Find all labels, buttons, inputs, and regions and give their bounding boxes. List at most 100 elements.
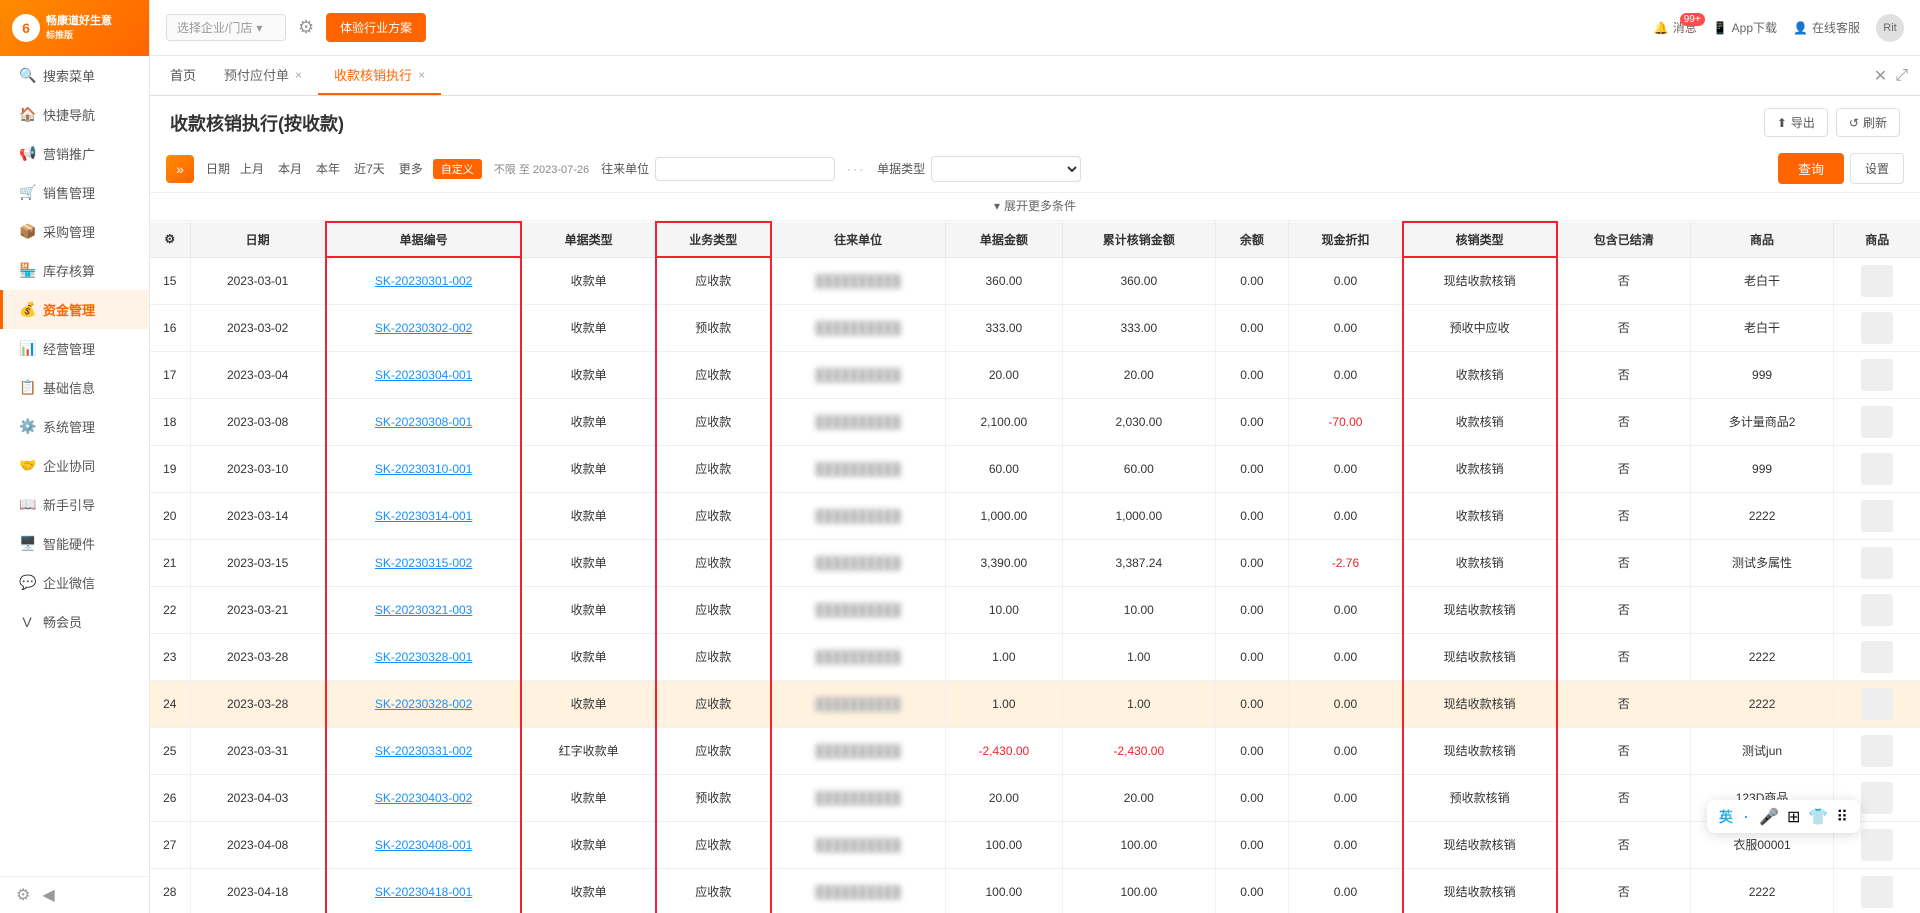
cell-cash-discount: 0.00 (1289, 586, 1403, 633)
date-opt-last-month[interactable]: 上月 (236, 158, 268, 179)
page-area: 收款核销执行(按收款) ⬆ 导出 ↺ 刷新 » 日期 (150, 96, 1920, 913)
notifications-button[interactable]: 🔔 消息 99+ (1654, 19, 1697, 36)
doc-no-link[interactable]: SK-20230315-002 (375, 556, 472, 570)
date-opt-more[interactable]: 更多 (395, 158, 427, 179)
cell-product-img (1834, 257, 1920, 304)
col-settings-header[interactable]: ⚙ (150, 222, 190, 257)
doc-no-link[interactable]: SK-20230301-002 (375, 274, 472, 288)
shirt-icon[interactable]: 👕 (1808, 807, 1828, 827)
tab-expand-btn[interactable]: ⤢ (1895, 67, 1908, 85)
product-thumbnail (1861, 265, 1893, 297)
doc-no-link[interactable]: SK-20230408-001 (375, 838, 472, 852)
doc-no-link[interactable]: SK-20230331-002 (375, 744, 472, 758)
product-thumbnail (1861, 500, 1893, 532)
sidebar-item-wechat[interactable]: 💬 企业微信 (0, 563, 149, 602)
counterpart-input[interactable] (655, 157, 835, 181)
export-button[interactable]: ⬆ 导出 (1764, 108, 1828, 137)
sidebar-item-basic[interactable]: 📋 基础信息 (0, 368, 149, 407)
cell-date: 2023-03-08 (190, 398, 326, 445)
mic-icon[interactable]: 🎤 (1759, 807, 1779, 827)
sidebar-item-search[interactable]: 🔍 搜索菜单 (0, 56, 149, 95)
cell-include-settled: 否 (1557, 257, 1691, 304)
cell-amount: 3,390.00 (945, 539, 1063, 586)
collapse-icon[interactable]: ◀ (42, 885, 54, 905)
solution-button[interactable]: 体验行业方案 (326, 13, 426, 42)
counterpart-value: ██████████ (816, 509, 901, 523)
user-avatar[interactable]: Rit (1876, 14, 1904, 42)
sidebar-item-system[interactable]: ⚙️ 系统管理 (0, 407, 149, 446)
guide-icon: 📖 (19, 496, 35, 513)
sidebar-item-quick-nav[interactable]: 🏠 快捷导航 (0, 95, 149, 134)
expand-more-button[interactable]: ▾ 展开更多条件 (994, 197, 1076, 214)
date-opt-this-month[interactable]: 本月 (274, 158, 306, 179)
cell-doc-type: 收款单 (521, 539, 655, 586)
cell-product-img (1834, 445, 1920, 492)
cell-product: 测试jun (1690, 727, 1834, 774)
sidebar-item-corp[interactable]: 🤝 企业协同 (0, 446, 149, 485)
grid-icon[interactable]: ⊞ (1787, 807, 1800, 827)
tab-collection[interactable]: 收款核销执行 × (318, 56, 441, 95)
tab-close-btn[interactable]: ✕ (1874, 66, 1887, 86)
doc-no-link[interactable]: SK-20230308-001 (375, 415, 472, 429)
enterprise-dropdown[interactable]: 选择企业/门店 ▾ (166, 14, 286, 41)
doc-no-link[interactable]: SK-20230302-002 (375, 321, 472, 335)
doc-no-link[interactable]: SK-20230328-002 (375, 697, 472, 711)
sidebar-item-hardware[interactable]: 🖥️ 智能硬件 (0, 524, 149, 563)
tab-prepay[interactable]: 预付应付单 × (208, 56, 318, 95)
doc-no-link[interactable]: SK-20230314-001 (375, 509, 472, 523)
date-opt-7days[interactable]: 近7天 (350, 158, 389, 179)
sidebar-item-purchase[interactable]: 📦 采购管理 (0, 212, 149, 251)
counterpart-value: ██████████ (816, 368, 901, 382)
tab-collection-close[interactable]: × (418, 68, 425, 82)
cell-date: 2023-03-28 (190, 633, 326, 680)
sidebar-item-label: 企业协同 (43, 456, 95, 475)
notifications-badge: 99+ (1680, 13, 1705, 26)
date-opt-this-year[interactable]: 本年 (312, 158, 344, 179)
date-filter-label: 日期 (206, 160, 230, 177)
cell-cash-discount: 0.00 (1289, 492, 1403, 539)
sidebar-bottom: ⚙ ◀ (0, 876, 149, 913)
sidebar-item-inventory[interactable]: 🏪 库存核算 (0, 251, 149, 290)
sidebar-item-sales[interactable]: 🛒 销售管理 (0, 173, 149, 212)
query-button[interactable]: 查询 (1778, 153, 1844, 184)
doc-no-link[interactable]: SK-20230304-001 (375, 368, 472, 382)
settings-icon[interactable]: ⚙ (298, 17, 314, 38)
tab-home[interactable]: 首页 (158, 56, 208, 95)
app-download-link[interactable]: 📱 App下载 (1713, 19, 1777, 36)
tab-prepay-close[interactable]: × (295, 68, 302, 82)
sidebar-item-marketing[interactable]: 📢 营销推广 (0, 134, 149, 173)
filter-expand-button[interactable]: » (166, 155, 194, 183)
cell-amount: 2,100.00 (945, 398, 1063, 445)
sidebar-item-finance[interactable]: 💰 资金管理 (0, 290, 149, 329)
sidebar-item-member[interactable]: V 畅会员 (0, 602, 149, 641)
doc-no-link[interactable]: SK-20230321-003 (375, 603, 472, 617)
cell-biz-type: 应收款 (656, 492, 771, 539)
apps-icon[interactable]: ⠿ (1836, 807, 1848, 827)
cell-total-cancel: 60.00 (1063, 445, 1215, 492)
date-custom-btn[interactable]: 自定义 (433, 159, 482, 179)
cell-total-cancel: 1,000.00 (1063, 492, 1215, 539)
refresh-button[interactable]: ↺ 刷新 (1836, 108, 1900, 137)
filter-date-group: 日期 上月 本月 本年 近7天 更多 自定义 (206, 158, 482, 179)
product-thumbnail (1861, 312, 1893, 344)
col-settings-icon[interactable]: ⚙ (164, 232, 175, 246)
sidebar-item-operation[interactable]: 📊 经营管理 (0, 329, 149, 368)
table-row: 17 2023-03-04 SK-20230304-001 收款单 应收款 ██… (150, 351, 1920, 398)
cell-total-cancel: 100.00 (1063, 868, 1215, 913)
system-icon: ⚙️ (19, 418, 35, 435)
doc-type-select[interactable] (931, 156, 1081, 182)
user-name: Rit (1883, 22, 1896, 34)
doc-no-link[interactable]: SK-20230403-002 (375, 791, 472, 805)
settings-bottom-icon[interactable]: ⚙ (16, 885, 30, 905)
cell-total-cancel: 1.00 (1063, 680, 1215, 727)
cell-no: 19 (150, 445, 190, 492)
doc-no-link[interactable]: SK-20230310-001 (375, 462, 472, 476)
cell-balance: 0.00 (1215, 445, 1289, 492)
online-service-link[interactable]: 👤 在线客服 (1793, 19, 1860, 36)
doc-no-link[interactable]: SK-20230418-001 (375, 885, 472, 899)
sidebar-item-guide[interactable]: 📖 新手引导 (0, 485, 149, 524)
cell-cancel-type: 收款核销 (1403, 445, 1557, 492)
filter-setting-button[interactable]: 设置 (1850, 153, 1904, 184)
doc-no-link[interactable]: SK-20230328-001 (375, 650, 472, 664)
main-table: ⚙ 日期 单据编号 单据类型 业务类型 往来单位 单据金额 累计核销金额 余额 … (150, 221, 1920, 913)
